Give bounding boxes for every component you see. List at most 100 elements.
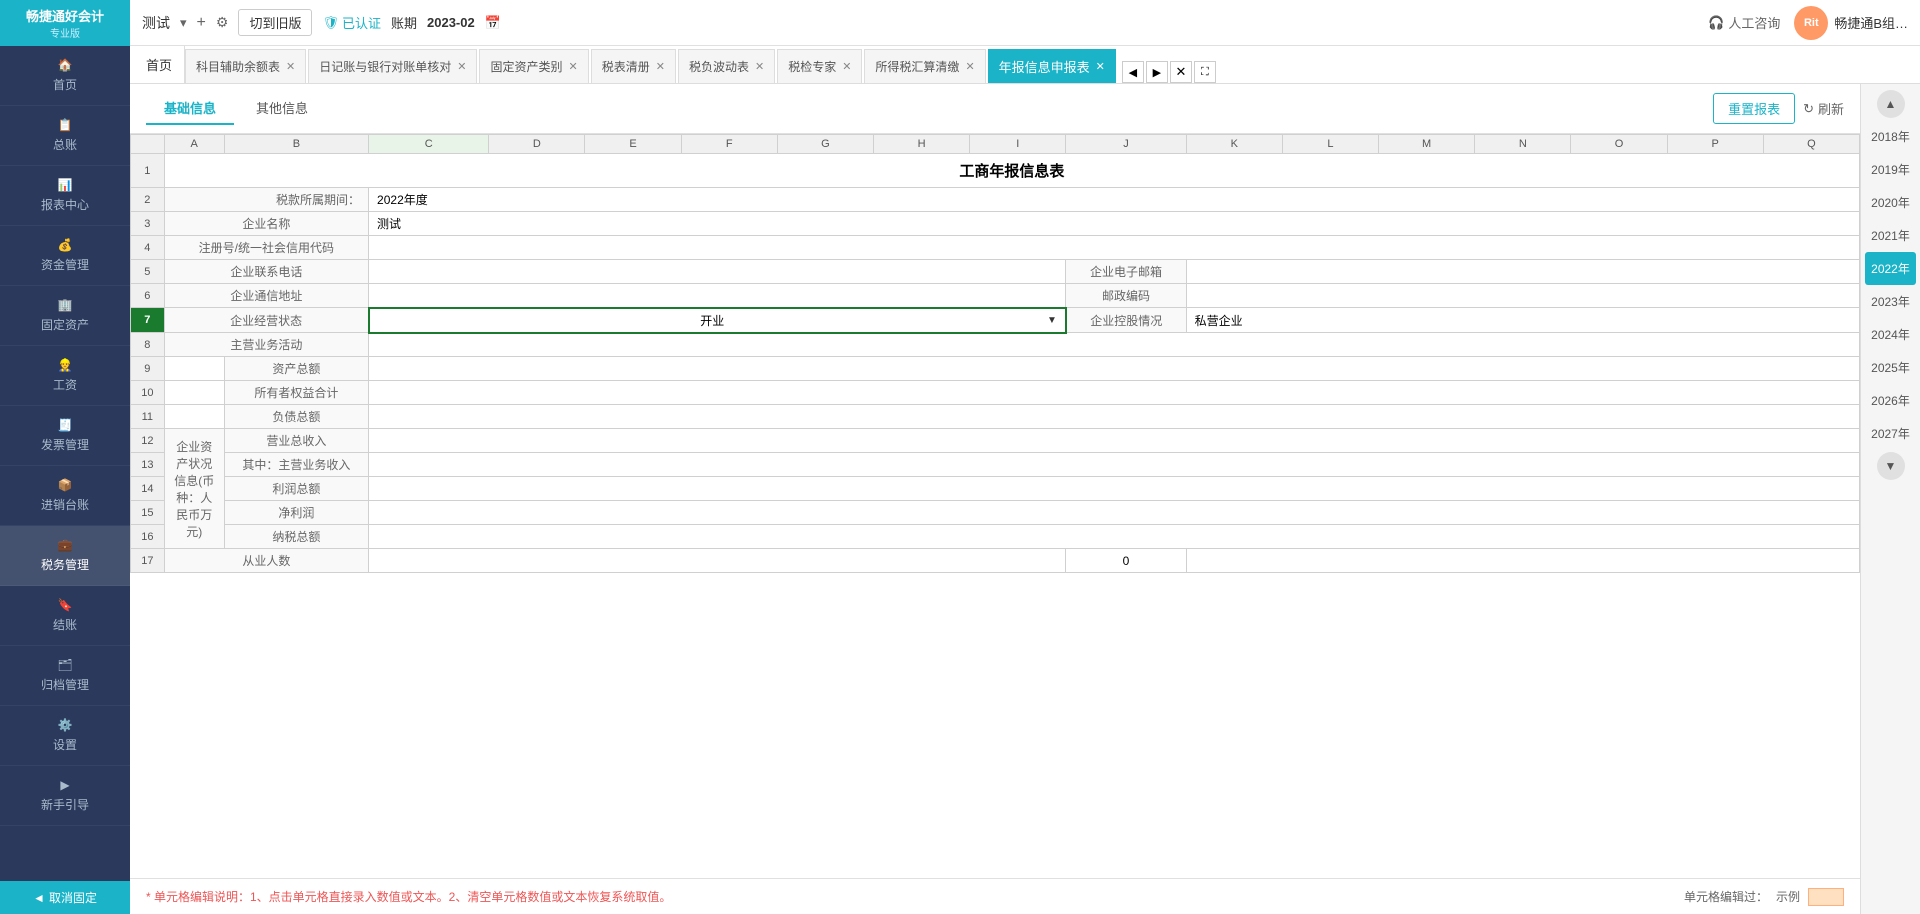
cancel-pin-btn[interactable]: ◄ 取消固定: [0, 881, 130, 914]
sidebar-item-report[interactable]: 📊 报表中心: [0, 166, 130, 226]
year-item-2018[interactable]: 2018年: [1861, 120, 1920, 153]
tab-fixed-asset[interactable]: 固定资产类别 ✕: [479, 49, 588, 83]
cell-13-value[interactable]: [369, 453, 1860, 477]
col-header-C[interactable]: C: [369, 135, 489, 154]
cell-title[interactable]: 工商年报信息表: [164, 154, 1859, 188]
year-scroll-up-btn[interactable]: ▲: [1877, 90, 1905, 118]
sidebar-item-fixed[interactable]: 🏢 固定资产: [0, 286, 130, 346]
year-item-2019[interactable]: 2019年: [1861, 153, 1920, 186]
cell-11-value[interactable]: [369, 405, 1860, 429]
year-scroll-down-btn[interactable]: ▼: [1877, 452, 1905, 480]
sidebar-item-salary[interactable]: 👷 工资: [0, 346, 130, 406]
cell-2-value[interactable]: 2022年度: [369, 188, 1860, 212]
tab-next-btn[interactable]: ▶: [1146, 61, 1168, 83]
tab-prev-btn[interactable]: ◀: [1122, 61, 1144, 83]
cell-7-holding[interactable]: 私营企业: [1186, 308, 1859, 333]
cell-3-value[interactable]: 测试: [369, 212, 1860, 236]
tab-fixed-asset-close[interactable]: ✕: [569, 60, 578, 73]
tab-tax-check[interactable]: 税检专家 ✕: [777, 49, 862, 83]
cell-6-addr[interactable]: [369, 284, 1066, 308]
col-header-I[interactable]: I: [970, 135, 1066, 154]
cell-4-value[interactable]: [369, 236, 1860, 260]
cell-10-value[interactable]: [369, 381, 1860, 405]
col-header-L[interactable]: L: [1282, 135, 1378, 154]
col-header-E[interactable]: E: [585, 135, 681, 154]
sidebar-item-settle[interactable]: 🔖 结账: [0, 586, 130, 646]
cell-12-value[interactable]: [369, 429, 1860, 453]
cell-14-value[interactable]: [369, 477, 1860, 501]
sidebar-item-ledger[interactable]: 📋 总账: [0, 106, 130, 166]
sidebar-item-invoice[interactable]: 🧾 发票管理: [0, 406, 130, 466]
col-header-B[interactable]: B: [224, 135, 368, 154]
cell-17-v1[interactable]: [369, 549, 1066, 573]
tab-journal[interactable]: 日记账与银行对账单核对 ✕: [308, 49, 477, 83]
year-item-2025[interactable]: 2025年: [1861, 351, 1920, 384]
tab-close-all-btn[interactable]: ✕: [1170, 61, 1192, 83]
sidebar-item-capital[interactable]: 💰 资金管理: [0, 226, 130, 286]
year-item-2023[interactable]: 2023年: [1861, 285, 1920, 318]
col-header-J[interactable]: J: [1066, 135, 1186, 154]
cell-8-value[interactable]: [369, 333, 1860, 357]
tab-journal-close[interactable]: ✕: [457, 60, 466, 73]
year-item-2024[interactable]: 2024年: [1861, 318, 1920, 351]
tab-income-tax[interactable]: 所得税汇算清缴 ✕: [864, 49, 985, 83]
avatar[interactable]: Rit: [1794, 6, 1828, 40]
tab-expand-btn[interactable]: ⛶: [1194, 61, 1216, 83]
table-row: 12 企业资产状况信息(币种：人民币万元) 营业总收入: [131, 429, 1860, 453]
sidebar-item-guide[interactable]: ▶ 新手引导: [0, 766, 130, 826]
col-header-D[interactable]: D: [489, 135, 585, 154]
cell-16-value[interactable]: [369, 525, 1860, 549]
cell-7-status[interactable]: 开业 ▼: [369, 308, 1066, 333]
sidebar-item-settings[interactable]: ⚙️ 设置: [0, 706, 130, 766]
reset-report-btn[interactable]: 重置报表: [1713, 93, 1795, 124]
year-item-2020[interactable]: 2020年: [1861, 186, 1920, 219]
tab-aux-close[interactable]: ✕: [286, 60, 295, 73]
cell-17-zero[interactable]: 0: [1066, 549, 1186, 573]
add-tab-btn[interactable]: +: [197, 14, 206, 32]
spreadsheet-container[interactable]: A B C D E F G H I J: [130, 134, 1860, 878]
sidebar-item-home[interactable]: 🏠 首页: [0, 46, 130, 106]
cell-15-value[interactable]: [369, 501, 1860, 525]
calendar-icon[interactable]: 📅: [485, 15, 501, 31]
tab-aux[interactable]: 科目辅助余额表 ✕: [185, 49, 306, 83]
tab-tax-table[interactable]: 税表清册 ✕: [591, 49, 676, 83]
col-header-H[interactable]: H: [874, 135, 970, 154]
col-header-A[interactable]: A: [164, 135, 224, 154]
settings-icon-btn[interactable]: ⚙: [216, 14, 229, 31]
refresh-btn[interactable]: ↻ 刷新: [1803, 99, 1844, 118]
tab-tax-table-close[interactable]: ✕: [656, 60, 665, 73]
col-header-G[interactable]: G: [777, 135, 873, 154]
col-header-F[interactable]: F: [681, 135, 777, 154]
tab-annual-report-close[interactable]: ✕: [1096, 60, 1105, 73]
tab-tax-wave-close[interactable]: ✕: [755, 60, 764, 73]
tab-tax-wave[interactable]: 税负波动表 ✕: [678, 49, 775, 83]
cell-17-v2[interactable]: [1186, 549, 1859, 573]
tab-income-tax-close[interactable]: ✕: [965, 60, 974, 73]
old-version-btn[interactable]: 切到旧版: [238, 9, 312, 36]
cell-6-postal[interactable]: [1186, 284, 1859, 308]
sidebar-item-stock[interactable]: 📦 进销台账: [0, 466, 130, 526]
col-header-O[interactable]: O: [1571, 135, 1667, 154]
cell-9-label: 资产总额: [224, 357, 368, 381]
sheet-tab-basic[interactable]: 基础信息: [146, 92, 234, 125]
project-dropdown-btn[interactable]: ▾: [180, 15, 187, 31]
tab-tax-check-close[interactable]: ✕: [842, 60, 851, 73]
support-btn[interactable]: 🎧 人工咨询: [1708, 13, 1780, 32]
col-header-Q[interactable]: Q: [1763, 135, 1859, 154]
sidebar-item-tax[interactable]: 💼 税务管理: [0, 526, 130, 586]
cell-5-phone[interactable]: [369, 260, 1066, 284]
year-item-2026[interactable]: 2026年: [1861, 384, 1920, 417]
cell-5-email[interactable]: [1186, 260, 1859, 284]
year-item-2022[interactable]: 2022年: [1865, 252, 1916, 285]
col-header-P[interactable]: P: [1667, 135, 1763, 154]
sidebar-item-archive[interactable]: 🗂 归档管理: [0, 646, 130, 706]
col-header-N[interactable]: N: [1475, 135, 1571, 154]
tab-home[interactable]: 首页: [134, 46, 185, 83]
col-header-K[interactable]: K: [1186, 135, 1282, 154]
year-item-2027[interactable]: 2027年: [1861, 417, 1920, 450]
tab-annual-report[interactable]: 年报信息申报表 ✕: [988, 49, 1116, 83]
year-item-2021[interactable]: 2021年: [1861, 219, 1920, 252]
cell-9-value[interactable]: [369, 357, 1860, 381]
sheet-tab-other[interactable]: 其他信息: [238, 92, 326, 125]
col-header-M[interactable]: M: [1379, 135, 1475, 154]
